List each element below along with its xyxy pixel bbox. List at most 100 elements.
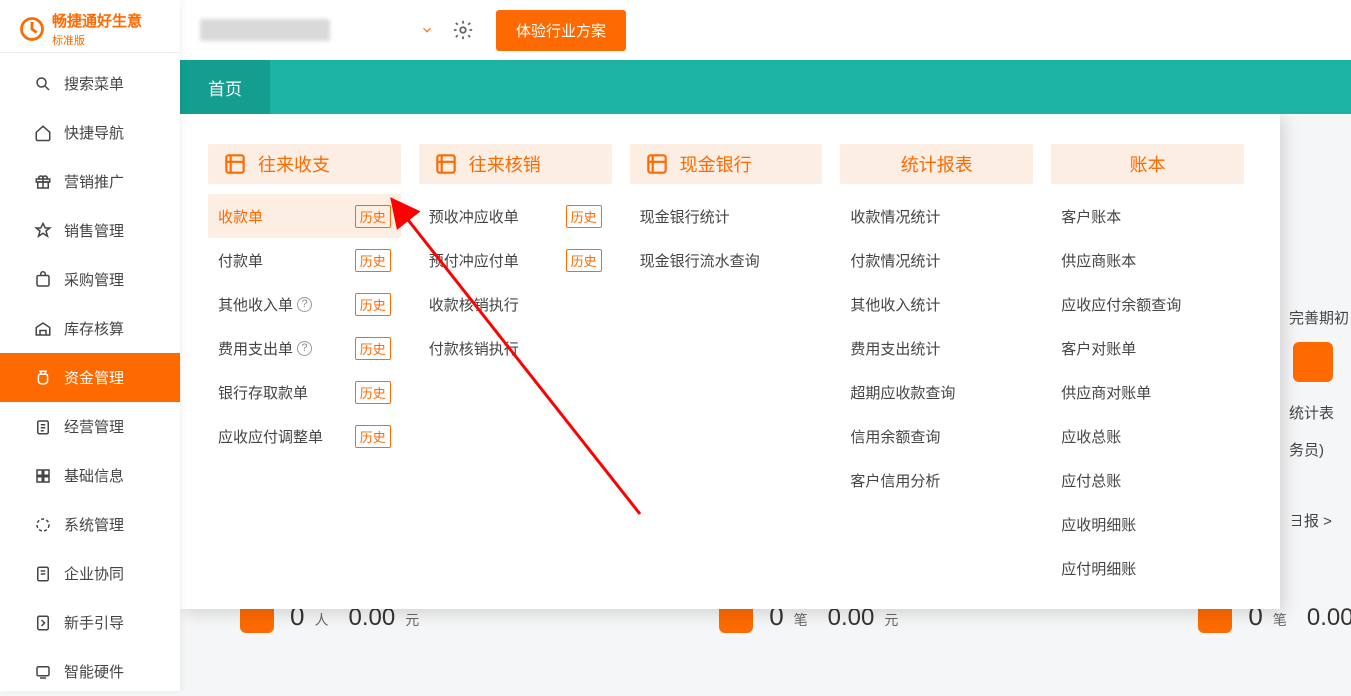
history-tag[interactable]: 历史 (355, 293, 391, 316)
megamenu-item-left: 收款核销执行 (429, 294, 519, 315)
nav-item-search[interactable]: 搜索菜单 (0, 59, 180, 108)
megamenu-item[interactable]: 付款情况统计 (840, 238, 1033, 282)
megamenu-column: 往来收支收款单历史付款单历史其他收入单?历史费用支出单?历史银行存取款单历史应收… (208, 144, 419, 591)
megamenu-item[interactable]: 信用余额查询 (840, 414, 1033, 458)
megamenu-item[interactable]: 银行存取款单历史 (208, 370, 401, 414)
megamenu-item[interactable]: 应付明细账 (1051, 546, 1244, 590)
megamenu-item-left: 收款单 (218, 206, 263, 227)
megamenu-item[interactable]: 现金银行统计 (630, 194, 823, 238)
megamenu-item[interactable]: 应收明细账 (1051, 502, 1244, 546)
nav-item-marketing[interactable]: 营销推广 (0, 157, 180, 206)
device-icon (34, 663, 52, 681)
megamenu-item[interactable]: 预付冲应付单历史 (419, 238, 612, 282)
brand-block: 畅捷通好生意 标准版 (0, 0, 180, 53)
brand-subtitle: 标准版 (52, 32, 142, 48)
grid-icon (34, 467, 52, 485)
nav-label: 采购管理 (64, 269, 124, 290)
megamenu-item[interactable]: 应收总账 (1051, 414, 1244, 458)
megamenu-item[interactable]: 其他收入统计 (840, 282, 1033, 326)
side-icon[interactable] (1293, 342, 1333, 382)
megamenu-item[interactable]: 客户信用分析 (840, 458, 1033, 502)
nav-item-collab[interactable]: 企业协同 (0, 549, 180, 598)
megamenu-item[interactable]: 供应商账本 (1051, 238, 1244, 282)
tab-home[interactable]: 首页 (180, 60, 270, 114)
megamenu-header: 账本 (1051, 144, 1244, 184)
megamenu-item[interactable]: 收款核销执行 (419, 282, 612, 326)
sales-icon (34, 222, 52, 240)
megamenu-item-label: 应收应付余额查询 (1061, 294, 1181, 315)
megamenu-item-label: 客户账本 (1061, 206, 1121, 227)
megamenu-item-left: 付款情况统计 (850, 250, 940, 271)
nav-item-finance[interactable]: 资金管理 (0, 353, 180, 402)
megamenu-item[interactable]: 付款单历史 (208, 238, 401, 282)
megamenu-item[interactable]: 应收应付调整单历史 (208, 414, 401, 458)
megamenu-item[interactable]: 客户对账单 (1051, 326, 1244, 370)
megamenu-header-title: 现金银行 (680, 151, 752, 177)
megamenu-item-label: 信用余额查询 (850, 426, 940, 447)
megamenu-item[interactable]: 应收应付余额查询 (1051, 282, 1244, 326)
help-icon[interactable]: ? (297, 297, 312, 312)
tab-label: 首页 (208, 75, 242, 100)
megamenu-item[interactable]: 其他收入单?历史 (208, 282, 401, 326)
megamenu-item-left: 信用余额查询 (850, 426, 940, 447)
history-tag[interactable]: 历史 (566, 249, 602, 272)
megamenu-item-left: 应付总账 (1061, 470, 1121, 491)
megamenu-item-label: 预收冲应收单 (429, 206, 519, 227)
megamenu-item[interactable]: 应付总账 (1051, 458, 1244, 502)
history-tag[interactable]: 历史 (355, 425, 391, 448)
stat-amount: 0.00 (1307, 604, 1351, 632)
nav-item-operation[interactable]: 经营管理 (0, 402, 180, 451)
megamenu-item[interactable]: 预收冲应收单 历史 (419, 194, 612, 238)
megamenu-item-label: 费用支出统计 (850, 338, 940, 359)
nav-item-sales[interactable]: 销售管理 (0, 206, 180, 255)
megamenu-header: 往来收支 (208, 144, 401, 184)
nav-label: 资金管理 (64, 367, 124, 388)
megamenu-item[interactable]: 费用支出统计 (840, 326, 1033, 370)
megamenu-item-label: 供应商账本 (1061, 250, 1136, 271)
history-tag[interactable]: 历史 (566, 205, 602, 228)
side-tag: ∃报 > (1285, 502, 1351, 539)
nav-item-inventory[interactable]: 库存核算 (0, 304, 180, 353)
history-tag[interactable]: 历史 (355, 381, 391, 404)
experience-button[interactable]: 体验行业方案 (496, 10, 626, 51)
stat-unit: 笔 (1273, 610, 1287, 630)
history-tag[interactable]: 历史 (355, 249, 391, 272)
megamenu-item[interactable]: 现金银行流水查询 (630, 238, 823, 282)
megamenu-item-left: 现金银行统计 (640, 206, 730, 227)
megamenu-item-left: 预收冲应收单 (429, 206, 519, 227)
history-tag[interactable]: 历史 (355, 337, 391, 360)
nav-item-quicknav[interactable]: 快捷导航 (0, 108, 180, 157)
stat-suffix: 元 (405, 610, 419, 630)
nav-item-guide[interactable]: 新手引导 (0, 598, 180, 647)
megamenu-item[interactable]: 客户账本 (1051, 194, 1244, 238)
clipboard-icon (34, 418, 52, 436)
megamenu-item-left: 应付明细账 (1061, 558, 1136, 579)
company-selector[interactable] (200, 19, 434, 41)
home-icon (34, 124, 52, 142)
gear-icon[interactable] (452, 19, 474, 41)
megamenu-item[interactable]: 供应商对账单 (1051, 370, 1244, 414)
megamenu-item[interactable]: 收款情况统计 (840, 194, 1033, 238)
nav-item-basedata[interactable]: 基础信息 (0, 451, 180, 500)
help-icon[interactable]: ? (297, 341, 312, 356)
megamenu-item-left: 现金银行流水查询 (640, 250, 760, 271)
megamenu-item-label: 付款核销执行 (429, 338, 519, 359)
megamenu-header-title: 往来收支 (258, 151, 330, 177)
megamenu-item[interactable]: 费用支出单?历史 (208, 326, 401, 370)
nav-item-hardware[interactable]: 智能硬件 (0, 647, 180, 696)
cart-icon (34, 271, 52, 289)
megamenu-item[interactable]: 付款核销执行 (419, 326, 612, 370)
megamenu-header: 往来核销 (419, 144, 612, 184)
chevron-down-icon (420, 23, 434, 37)
nav-item-system[interactable]: 系统管理 (0, 500, 180, 549)
megamenu-item[interactable]: 收款单 历史 (208, 194, 401, 238)
company-name-blurred (200, 19, 330, 41)
nav-item-purchase[interactable]: 采购管理 (0, 255, 180, 304)
gift-icon (34, 173, 52, 191)
history-tag[interactable]: 历史 (355, 205, 391, 228)
doc-icon (34, 565, 52, 583)
megamenu-item[interactable]: 超期应收款查询 (840, 370, 1033, 414)
settings-icon (34, 516, 52, 534)
megamenu-item-left: 应收总账 (1061, 426, 1121, 447)
megamenu-item-left: 客户信用分析 (850, 470, 940, 491)
